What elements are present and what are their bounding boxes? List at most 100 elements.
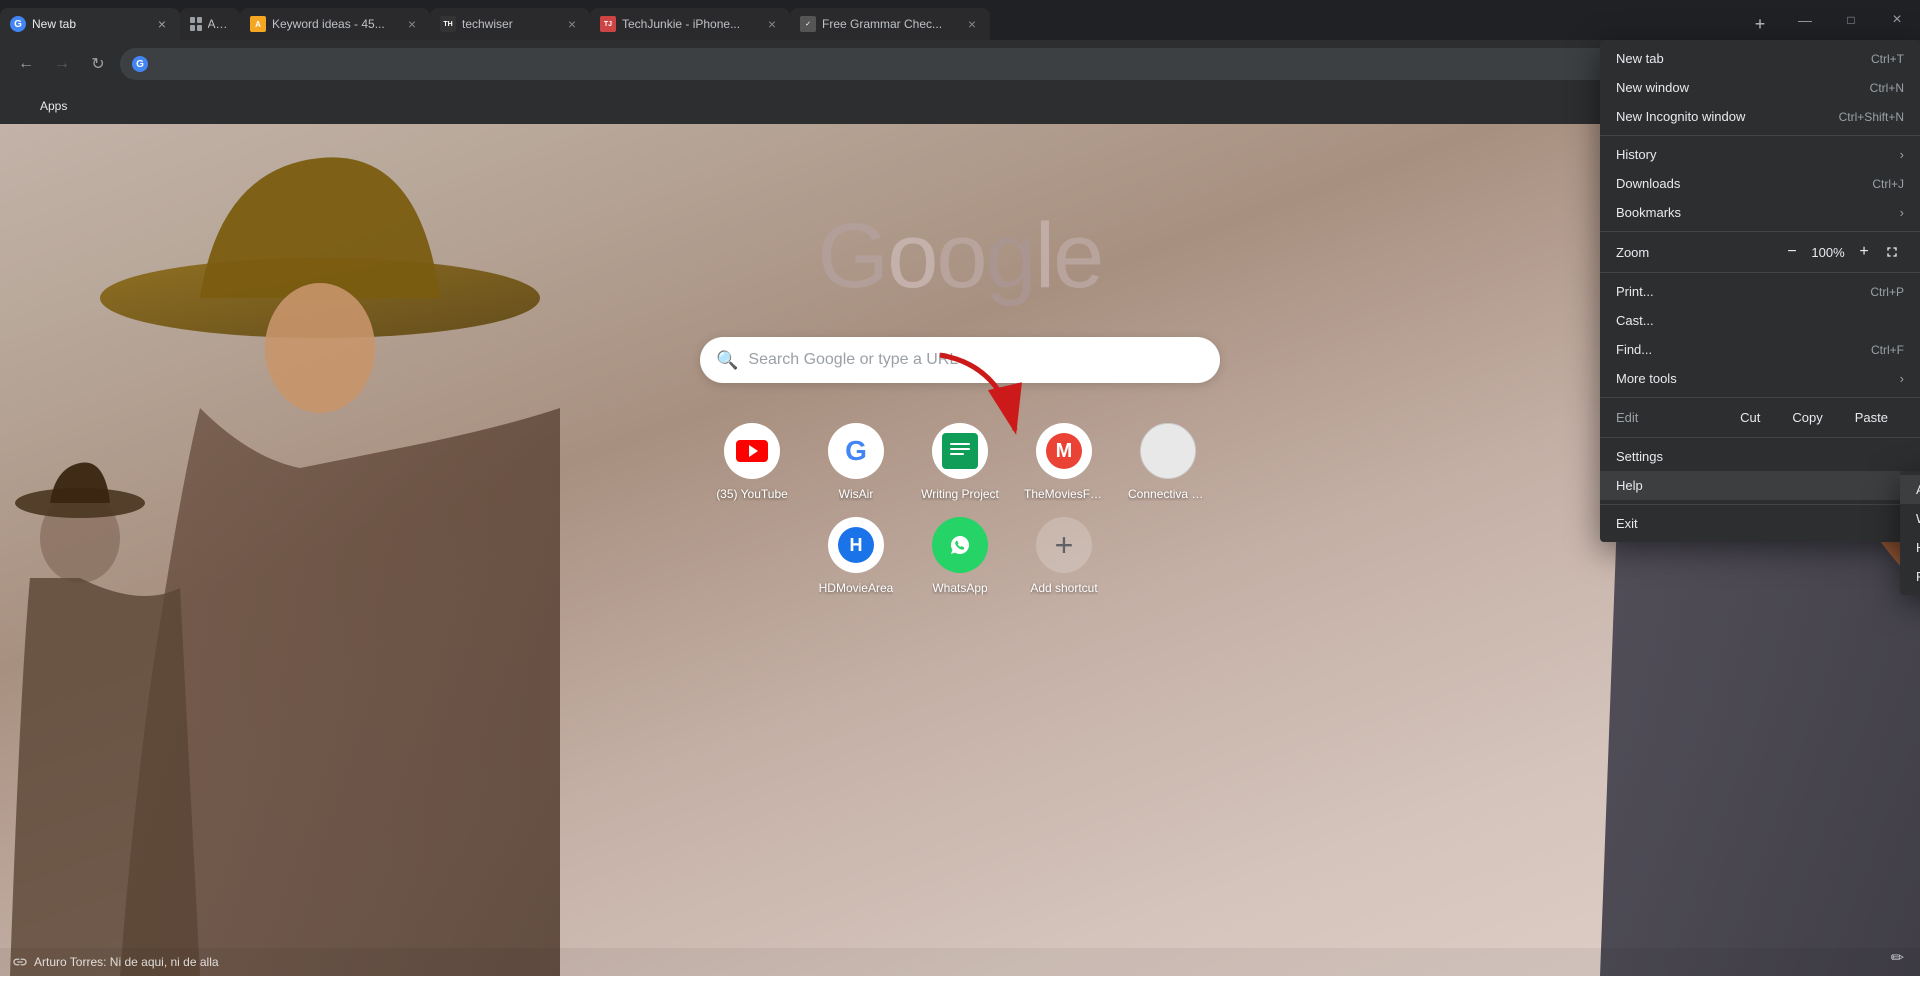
shortcut-connectiva[interactable]: Connectiva S... [1124,423,1212,501]
grammar-tab-close[interactable]: × [964,16,980,32]
tab-keyword[interactable]: A Keyword ideas - 45... × [240,8,430,40]
separator-5 [1600,437,1920,438]
shortcut-add[interactable]: + Add shortcut [1020,517,1108,595]
apps-bookmark-icon [20,99,34,113]
print-label: Print... [1616,284,1854,299]
bookmarks-arrow: › [1900,205,1904,220]
tab-title: New tab [32,17,76,31]
wisair-label: WisAir [839,487,874,501]
find-label: Find... [1616,342,1855,357]
find-shortcut: Ctrl+F [1871,343,1904,357]
customize-button[interactable]: ✏ [1891,948,1904,968]
zoom-out-button[interactable]: − [1780,240,1804,264]
browser-frame: G New tab × Apps A Keyword ideas - 45...… [0,0,1920,976]
menu-zoom-row: Zoom − 100% + [1600,236,1920,268]
forward-button[interactable]: → [48,50,76,78]
writing-label: Writing Project [921,487,999,501]
tab-bar: G New tab × Apps A Keyword ideas - 45...… [0,0,1920,40]
zoom-fullscreen-button[interactable] [1880,240,1904,264]
bookmark-apps-label: Apps [40,99,67,113]
grammar-favicon: ✓ [800,16,816,32]
menu-settings[interactable]: Settings [1600,442,1920,471]
red-arrow [920,345,1040,445]
tab-grammar[interactable]: ✓ Free Grammar Chec... × [790,8,990,40]
window-controls: — □ × [1782,4,1920,36]
add-shortcut-label: Add shortcut [1030,581,1097,595]
techjunkie-tab-close[interactable]: × [764,16,780,32]
svg-text:H: H [850,535,863,555]
whats-new-item[interactable]: What's New [1900,504,1920,533]
active-tab[interactable]: G New tab × [0,8,180,40]
keyword-tab-close[interactable]: × [404,16,420,32]
menu-new-window[interactable]: New window Ctrl+N [1600,73,1920,102]
tab-close-button[interactable]: × [154,16,170,32]
connectiva-label: Connectiva S... [1128,487,1208,501]
menu-exit[interactable]: Exit [1600,509,1920,538]
separator-3 [1600,272,1920,273]
zoom-controls: − 100% + [1780,240,1904,264]
separator-4 [1600,397,1920,398]
tab-techwiser[interactable]: TH techwiser × [430,8,590,40]
help-center-item[interactable]: Help center [1900,533,1920,562]
history-arrow: › [1900,147,1904,162]
new-window-label: New window [1616,80,1854,95]
bookmarks-label: Bookmarks [1616,205,1900,220]
shortcut-whatsapp[interactable]: WhatsApp [916,517,1004,595]
techwiser-favicon: TH [440,16,456,32]
menu-help[interactable]: Help › About Google Chrome What's New He… [1600,471,1920,500]
maximize-button[interactable]: □ [1828,4,1874,36]
tab-favicon: G [10,16,26,32]
apps-tab-title: Apps [208,17,230,31]
reload-button[interactable]: ↻ [84,50,112,78]
techjunkie-tab-title: TechJunkie - iPhone... [622,17,740,31]
shortcut-hdmovie[interactable]: H HDMovieArea [812,517,900,595]
report-issue-item[interactable]: Report an issue... Alt+Shift+I [1900,562,1920,591]
new-tab-button[interactable]: + [1746,10,1774,38]
shortcut-wisair[interactable]: G WisAir [812,423,900,501]
minimize-button[interactable]: — [1782,4,1828,36]
hdmovie-label: HDMovieArea [819,581,894,595]
menu-new-tab[interactable]: New tab Ctrl+T [1600,44,1920,73]
settings-label: Settings [1616,449,1904,464]
whatsapp-label: WhatsApp [932,581,987,595]
wisair-icon: G [828,423,884,479]
about-chrome-item[interactable]: About Google Chrome [1900,475,1920,504]
zoom-in-button[interactable]: + [1852,240,1876,264]
about-chrome-label: About Google Chrome [1916,482,1920,497]
menu-cast[interactable]: Cast... [1600,306,1920,335]
menu-print[interactable]: Print... Ctrl+P [1600,277,1920,306]
menu-new-incognito[interactable]: New Incognito window Ctrl+Shift+N [1600,102,1920,131]
tab-apps[interactable]: Apps [180,8,240,40]
menu-more-tools[interactable]: More tools › [1600,364,1920,393]
cut-button[interactable]: Cut [1724,406,1776,429]
separator-1 [1600,135,1920,136]
menu-bookmarks[interactable]: Bookmarks › [1600,198,1920,227]
address-bar[interactable]: G [120,48,1744,80]
separator-2 [1600,231,1920,232]
site-icon: G [132,56,148,72]
bookmark-apps[interactable]: Apps [12,93,75,119]
menu-downloads[interactable]: Downloads Ctrl+J [1600,169,1920,198]
menu-history[interactable]: History › [1600,140,1920,169]
menu-find[interactable]: Find... Ctrl+F [1600,335,1920,364]
movies-icon: M [1036,423,1092,479]
more-tools-arrow: › [1900,371,1904,386]
back-button[interactable]: ← [12,50,40,78]
shortcut-youtube[interactable]: (35) YouTube [708,423,796,501]
cast-menu-label: Cast... [1616,313,1904,328]
techwiser-tab-title: techwiser [462,17,513,31]
attribution-label: Arturo Torres: Ni de aqui, ni de alla [34,955,219,969]
edit-buttons: Cut Copy Paste [1724,406,1904,429]
new-incognito-label: New Incognito window [1616,109,1823,124]
help-center-label: Help center [1916,540,1920,555]
close-button[interactable]: × [1874,4,1920,36]
paste-button[interactable]: Paste [1839,406,1904,429]
techwiser-tab-close[interactable]: × [564,16,580,32]
copy-button[interactable]: Copy [1776,406,1838,429]
tab-techjunkie[interactable]: TJ TechJunkie - iPhone... × [590,8,790,40]
new-window-shortcut: Ctrl+N [1870,81,1904,95]
keyword-favicon: A [250,16,266,32]
new-tab-label: New tab [1616,51,1855,66]
context-menu: New tab Ctrl+T New window Ctrl+N New Inc… [1600,40,1920,542]
menu-edit-row: Edit Cut Copy Paste [1600,402,1920,433]
